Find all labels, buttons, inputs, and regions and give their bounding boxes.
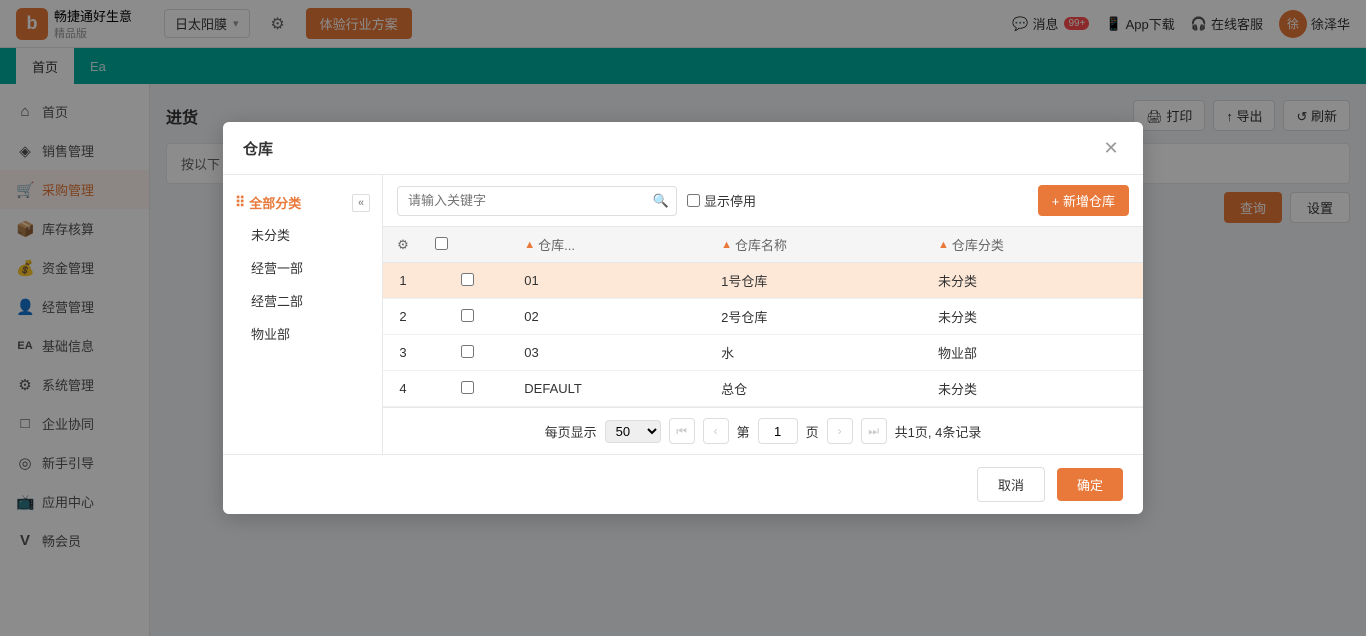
row-checkbox[interactable] — [461, 381, 474, 394]
first-page-button[interactable]: ⏮ — [669, 418, 695, 444]
modal-title: 仓库 — [243, 138, 273, 159]
th-category: ▲ 仓库分类 — [926, 227, 1143, 263]
row-name: 水 — [709, 335, 926, 371]
row-name: 总仓 — [709, 371, 926, 407]
th-code-label: 仓库... — [538, 235, 575, 254]
modal-header: 仓库 ✕ — [223, 122, 1143, 175]
add-warehouse-button[interactable]: + 新增仓库 — [1038, 185, 1129, 216]
table-panel: 🔍 显示停用 + 新增仓库 — [383, 175, 1143, 454]
table-header-row: ⚙ ▲ 仓库... — [383, 227, 1143, 263]
page-label: 第 — [737, 422, 750, 441]
row-checkbox-cell — [423, 263, 512, 299]
show-disabled-label: 显示停用 — [704, 191, 756, 210]
modal-overlay: 仓库 ✕ ⠿ 全部分类 « — [150, 84, 1366, 636]
th-name-label: 仓库名称 — [735, 235, 787, 254]
th-gear: ⚙ — [383, 227, 423, 263]
row-num: 1 — [383, 263, 423, 299]
per-page-select[interactable]: 50 10 20 100 — [605, 420, 661, 443]
last-page-button[interactable]: ⏭ — [861, 418, 887, 444]
category-item-unclassified[interactable]: 未分类 — [223, 218, 382, 251]
row-name: 1号仓库 — [709, 263, 926, 299]
show-disabled-wrap: 显示停用 — [687, 191, 756, 210]
category-item-property[interactable]: 物业部 — [223, 317, 382, 350]
page-unit: 页 — [806, 422, 819, 441]
th-category-label: 仓库分类 — [952, 235, 1004, 254]
collapse-button[interactable]: « — [352, 194, 370, 212]
row-checkbox-cell — [423, 299, 512, 335]
row-checkbox[interactable] — [461, 345, 474, 358]
warehouse-modal: 仓库 ✕ ⠿ 全部分类 « — [223, 122, 1143, 514]
row-num: 3 — [383, 335, 423, 371]
row-checkbox-cell — [423, 335, 512, 371]
row-num: 4 — [383, 371, 423, 407]
th-check — [423, 227, 512, 263]
data-table: ⚙ ▲ 仓库... — [383, 227, 1143, 407]
grid-icon: ⠿ — [235, 194, 245, 211]
sort-icon: ▲ — [721, 239, 732, 251]
cancel-button[interactable]: 取消 — [977, 467, 1045, 502]
modal-body: ⠿ 全部分类 « 未分类 经营一部 经营二部 — [223, 175, 1143, 454]
row-code: DEFAULT — [512, 371, 709, 407]
th-code: ▲ 仓库... — [512, 227, 709, 263]
category-item-dept2[interactable]: 经营二部 — [223, 284, 382, 317]
category-item-label: 经营二部 — [251, 294, 303, 309]
sort-icon: ▲ — [524, 239, 535, 251]
search-input[interactable] — [397, 186, 677, 216]
table-toolbar: 🔍 显示停用 + 新增仓库 — [383, 175, 1143, 227]
th-name: ▲ 仓库名称 — [709, 227, 926, 263]
row-code: 03 — [512, 335, 709, 371]
main-layout: ⌂ 首页 ◈ 销售管理 🛒 采购管理 📦 库存核算 💰 资金管理 👤 经营管理 … — [0, 84, 1366, 636]
table-row[interactable]: 3 03 水 物业部 — [383, 335, 1143, 371]
sort-icon: ▲ — [938, 239, 949, 251]
modal-footer: 取消 确定 — [223, 454, 1143, 514]
select-all-checkbox[interactable] — [435, 237, 448, 250]
next-page-button[interactable]: › — [827, 418, 853, 444]
row-code: 02 — [512, 299, 709, 335]
row-code: 01 — [512, 263, 709, 299]
pagination-bar: 每页显示 50 10 20 100 ⏮ ‹ 第 页 — [383, 407, 1143, 454]
row-category: 未分类 — [926, 299, 1143, 335]
row-name: 2号仓库 — [709, 299, 926, 335]
warehouse-table: ⚙ ▲ 仓库... — [383, 227, 1143, 407]
confirm-button[interactable]: 确定 — [1057, 468, 1123, 501]
row-category: 物业部 — [926, 335, 1143, 371]
table-row[interactable]: 2 02 2号仓库 未分类 — [383, 299, 1143, 335]
row-checkbox[interactable] — [461, 309, 474, 322]
row-checkbox-cell — [423, 371, 512, 407]
page-summary: 共1页, 4条记录 — [895, 422, 982, 441]
category-panel: ⠿ 全部分类 « 未分类 经营一部 经营二部 — [223, 175, 383, 454]
category-item-dept1[interactable]: 经营一部 — [223, 251, 382, 284]
page-number-input[interactable] — [758, 418, 798, 444]
row-category: 未分类 — [926, 371, 1143, 407]
row-category: 未分类 — [926, 263, 1143, 299]
search-icon[interactable]: 🔍 — [653, 193, 669, 209]
row-num: 2 — [383, 299, 423, 335]
table-row[interactable]: 4 DEFAULT 总仓 未分类 — [383, 371, 1143, 407]
category-item-label: 未分类 — [251, 228, 290, 243]
category-header-label: 全部分类 — [249, 193, 301, 212]
prev-page-button[interactable]: ‹ — [703, 418, 729, 444]
row-checkbox[interactable] — [461, 273, 474, 286]
table-row[interactable]: 1 01 1号仓库 未分类 — [383, 263, 1143, 299]
category-item-label: 物业部 — [251, 327, 290, 342]
category-header[interactable]: ⠿ 全部分类 « — [223, 187, 382, 218]
show-disabled-checkbox[interactable] — [687, 194, 700, 207]
category-item-label: 经营一部 — [251, 261, 303, 276]
close-icon[interactable]: ✕ — [1099, 136, 1123, 160]
content-area: 进货 🖨 打印 ↑ 导出 ↺ 刷新 按以下 查询 设置 仓库 — [150, 84, 1366, 636]
search-input-wrap: 🔍 — [397, 186, 677, 216]
per-page-label: 每页显示 — [545, 422, 597, 441]
